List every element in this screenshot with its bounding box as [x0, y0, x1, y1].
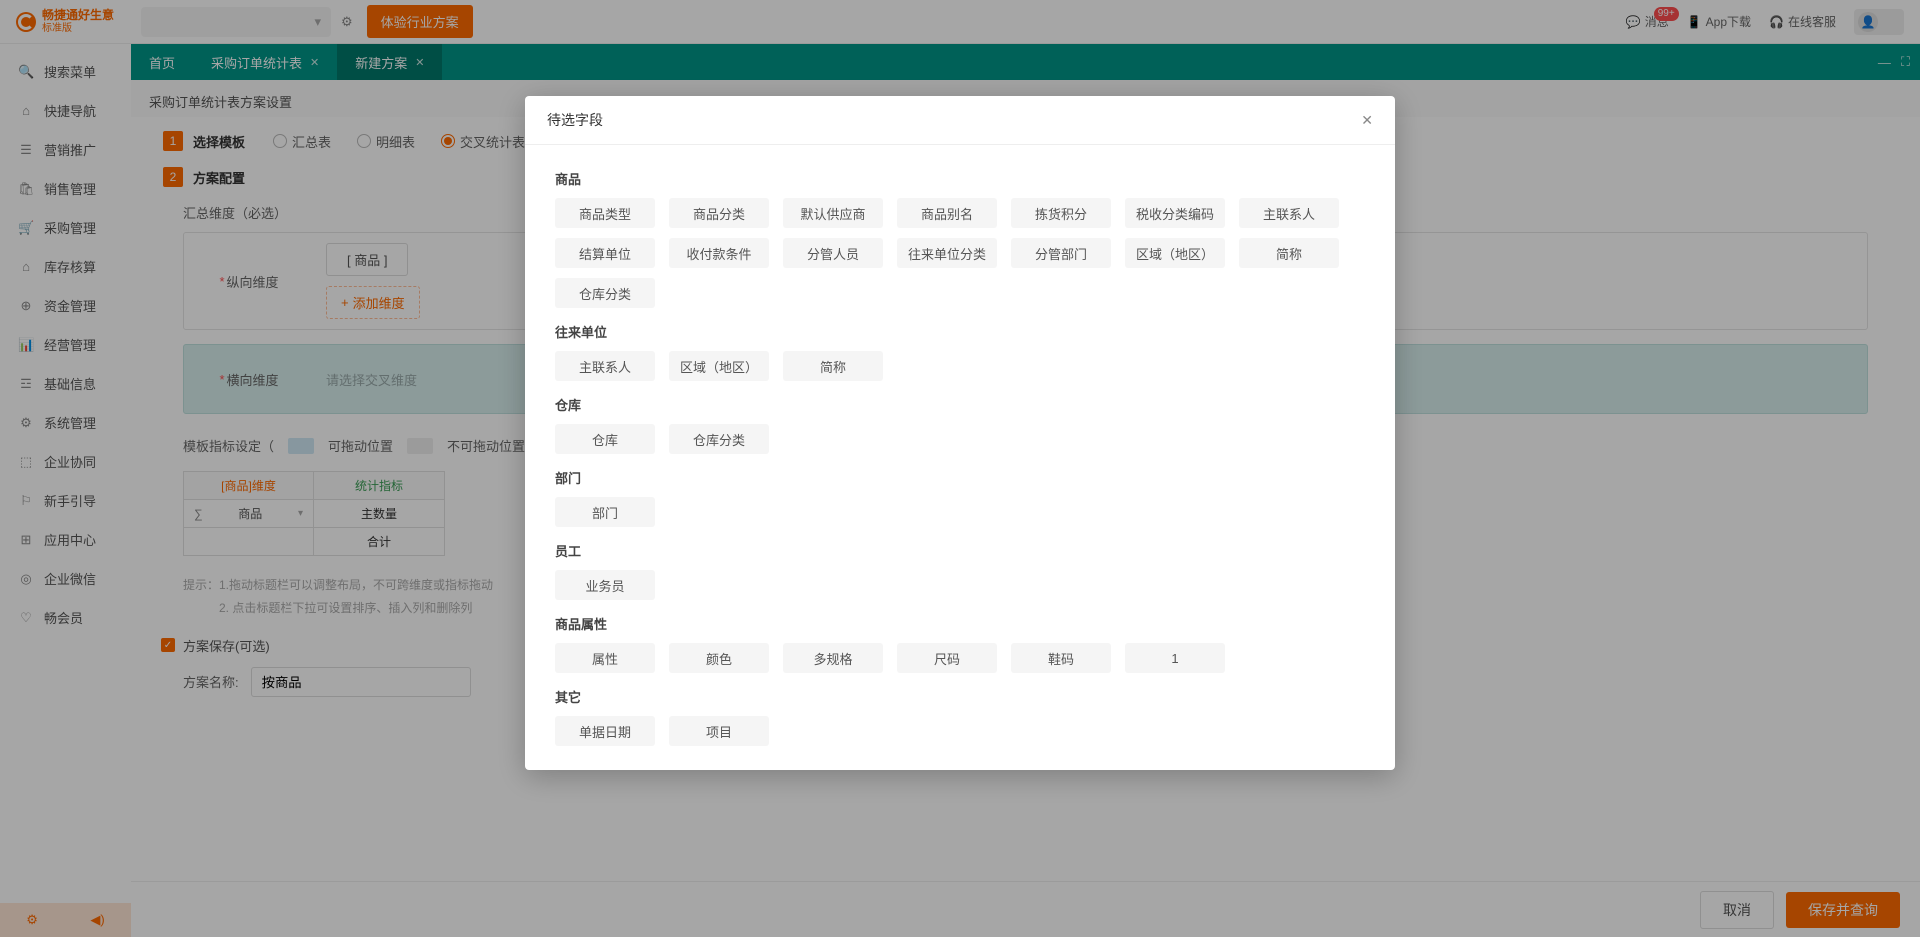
field-group-4: 员工业务员: [555, 541, 1365, 600]
field-chip[interactable]: 单据日期: [555, 716, 655, 746]
field-group-5: 商品属性属性颜色多规格尺码鞋码 1: [555, 614, 1365, 673]
field-chip[interactable]: 尺码: [897, 643, 997, 673]
field-chip[interactable]: 仓库: [555, 424, 655, 454]
field-chip[interactable]: 业务员: [555, 570, 655, 600]
field-group-2: 仓库仓库仓库分类: [555, 395, 1365, 454]
field-group-6: 其它单据日期项目: [555, 687, 1365, 746]
field-picker-modal: 待选字段 ✕ 商品商品类型商品分类默认供应商商品别名拣货积分税收分类编码主联系人…: [525, 96, 1395, 770]
field-chip[interactable]: 简称: [783, 351, 883, 381]
field-chip[interactable]: 税收分类编码: [1125, 198, 1225, 228]
modal-title: 待选字段: [547, 110, 603, 130]
field-chip[interactable]: 简称: [1239, 238, 1339, 268]
field-chip[interactable]: 仓库分类: [669, 424, 769, 454]
modal-close-icon[interactable]: ✕: [1361, 112, 1373, 129]
field-chip[interactable]: 主联系人: [555, 351, 655, 381]
field-chip[interactable]: 仓库分类: [555, 278, 655, 308]
field-chip[interactable]: 分管部门: [1011, 238, 1111, 268]
field-chip[interactable]: 属性: [555, 643, 655, 673]
field-chip[interactable]: 区域（地区）: [1125, 238, 1225, 268]
field-chip[interactable]: 往来单位分类: [897, 238, 997, 268]
field-chip[interactable]: 商品别名: [897, 198, 997, 228]
field-chip[interactable]: 拣货积分: [1011, 198, 1111, 228]
field-group-1: 往来单位主联系人区域（地区） 简称: [555, 322, 1365, 381]
field-chip[interactable]: 结算单位: [555, 238, 655, 268]
field-group-title: 往来单位: [555, 322, 1365, 341]
field-group-title: 商品: [555, 169, 1365, 188]
field-chip[interactable]: 部门: [555, 497, 655, 527]
field-chip[interactable]: 1: [1125, 643, 1225, 673]
field-group-title: 其它: [555, 687, 1365, 706]
field-chip[interactable]: 鞋码: [1011, 643, 1111, 673]
field-chip[interactable]: 商品类型: [555, 198, 655, 228]
field-chip[interactable]: 分管人员: [783, 238, 883, 268]
field-group-0: 商品商品类型商品分类默认供应商商品别名拣货积分税收分类编码主联系人结算单位收付款…: [555, 169, 1365, 308]
field-group-title: 员工: [555, 541, 1365, 560]
field-group-3: 部门部门: [555, 468, 1365, 527]
field-chip[interactable]: 颜色: [669, 643, 769, 673]
field-group-title: 商品属性: [555, 614, 1365, 633]
field-chip[interactable]: 区域（地区）: [669, 351, 769, 381]
field-group-title: 部门: [555, 468, 1365, 487]
field-chip[interactable]: 项目: [669, 716, 769, 746]
field-chip[interactable]: 收付款条件: [669, 238, 769, 268]
field-group-title: 仓库: [555, 395, 1365, 414]
field-chip[interactable]: 商品分类: [669, 198, 769, 228]
field-chip[interactable]: 多规格: [783, 643, 883, 673]
field-chip[interactable]: 默认供应商: [783, 198, 883, 228]
field-chip[interactable]: 主联系人: [1239, 198, 1339, 228]
